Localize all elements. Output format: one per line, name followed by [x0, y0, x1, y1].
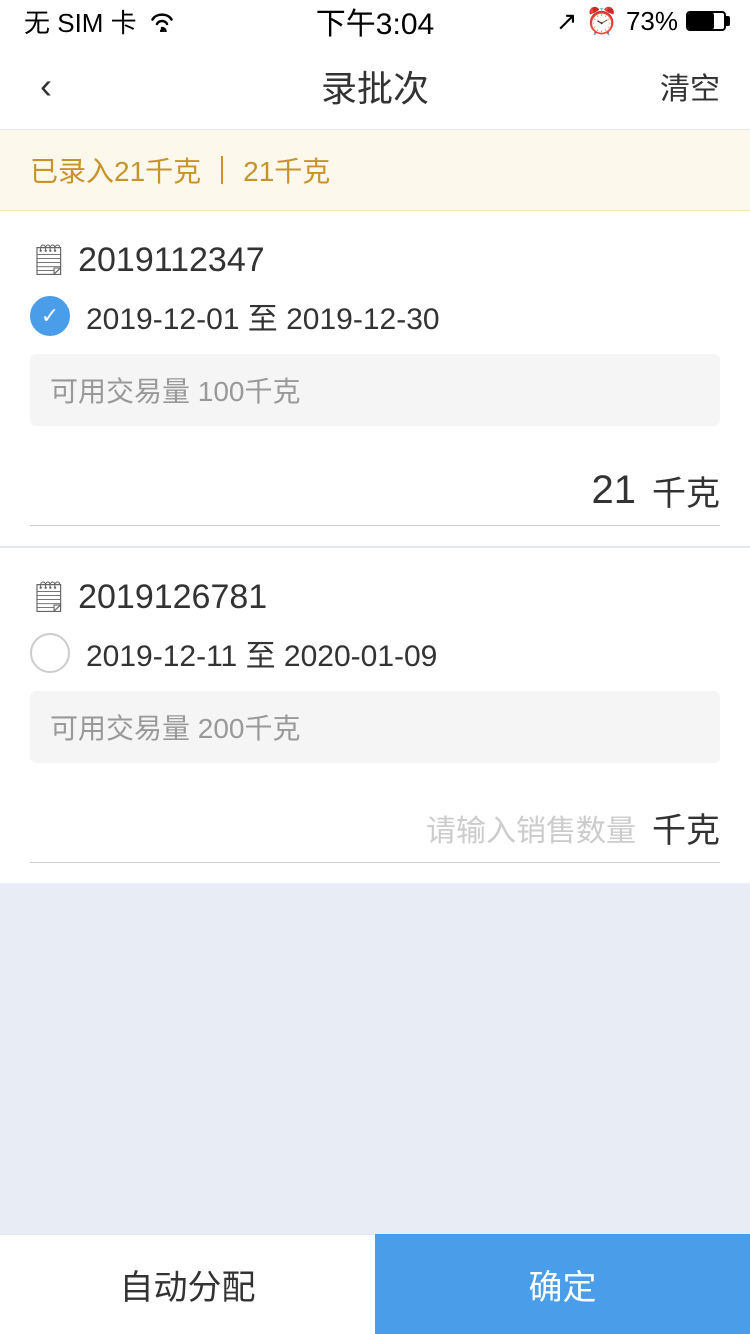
quantity-row-1: 21 千克	[0, 446, 750, 525]
bottom-bar: 自动分配 确定	[0, 1234, 750, 1334]
location-icon: ↗	[556, 6, 578, 37]
confirm-button[interactable]: 确定	[375, 1234, 750, 1334]
batch-card-2: 🗒 2019126781 2019-12-11 至 2020-01-09 可用交…	[0, 548, 750, 883]
summary-value: 21千克	[243, 150, 330, 190]
quantity-unit-1: 千克	[652, 466, 720, 515]
batch-id-row-2: 🗒 2019126781	[30, 578, 720, 617]
batch-id-1: 2019112347	[78, 241, 265, 280]
auto-assign-button[interactable]: 自动分配	[0, 1234, 375, 1334]
battery-percent: 73%	[626, 6, 678, 37]
summary-banner: 已录入21千克 21千克	[0, 130, 750, 211]
carrier-label: 无 SIM 卡	[24, 3, 137, 40]
batch-date-row-1[interactable]: ✓ 2019-12-01 至 2019-12-30	[30, 294, 720, 338]
back-button[interactable]: ‹	[30, 55, 62, 117]
batch-doc-icon-2: 🗒	[30, 580, 68, 615]
batch-id-row-1: 🗒 2019112347	[30, 241, 720, 280]
status-bar: 无 SIM 卡 下午3:04 ↗ ⏰ 73%	[0, 0, 750, 42]
quantity-value-1[interactable]: 21	[592, 468, 637, 513]
status-left: 无 SIM 卡	[24, 3, 177, 40]
check-icon-1: ✓	[41, 303, 59, 329]
batch-input-row-2[interactable]: 请输入销售数量 千克	[0, 783, 750, 862]
wifi-icon	[147, 10, 177, 32]
nav-bar: ‹ 录批次 清空	[0, 42, 750, 130]
recorded-label: 已录入21千克	[30, 150, 201, 190]
radio-2[interactable]	[30, 633, 70, 673]
batch-card-1: 🗒 2019112347 ✓ 2019-12-01 至 2019-12-30 可…	[0, 211, 750, 546]
batch-available-2: 可用交易量 200千克	[30, 691, 720, 763]
batch-date-row-2[interactable]: 2019-12-11 至 2020-01-09	[30, 631, 720, 675]
clear-button[interactable]: 清空	[660, 64, 720, 108]
alarm-icon: ⏰	[586, 6, 618, 37]
batch-date-1: 2019-12-01 至 2019-12-30	[86, 294, 440, 338]
status-time: 下午3:04	[316, 0, 434, 43]
page-title: 录批次	[321, 60, 429, 112]
radio-1[interactable]: ✓	[30, 296, 70, 336]
batch-date-2: 2019-12-11 至 2020-01-09	[86, 631, 437, 675]
empty-area	[0, 883, 750, 1263]
status-right: ↗ ⏰ 73%	[556, 6, 726, 37]
quantity-placeholder-2: 请输入销售数量	[30, 806, 636, 850]
batch-available-1: 可用交易量 100千克	[30, 354, 720, 426]
battery-icon	[686, 11, 726, 31]
batch-id-2: 2019126781	[78, 578, 267, 617]
content-area: 已录入21千克 21千克 🗒 2019112347 ✓ 2019-12-01 至…	[0, 130, 750, 1263]
summary-divider	[221, 156, 223, 184]
batch-doc-icon-1: 🗒	[30, 243, 68, 278]
input-unit-2: 千克	[652, 803, 720, 852]
